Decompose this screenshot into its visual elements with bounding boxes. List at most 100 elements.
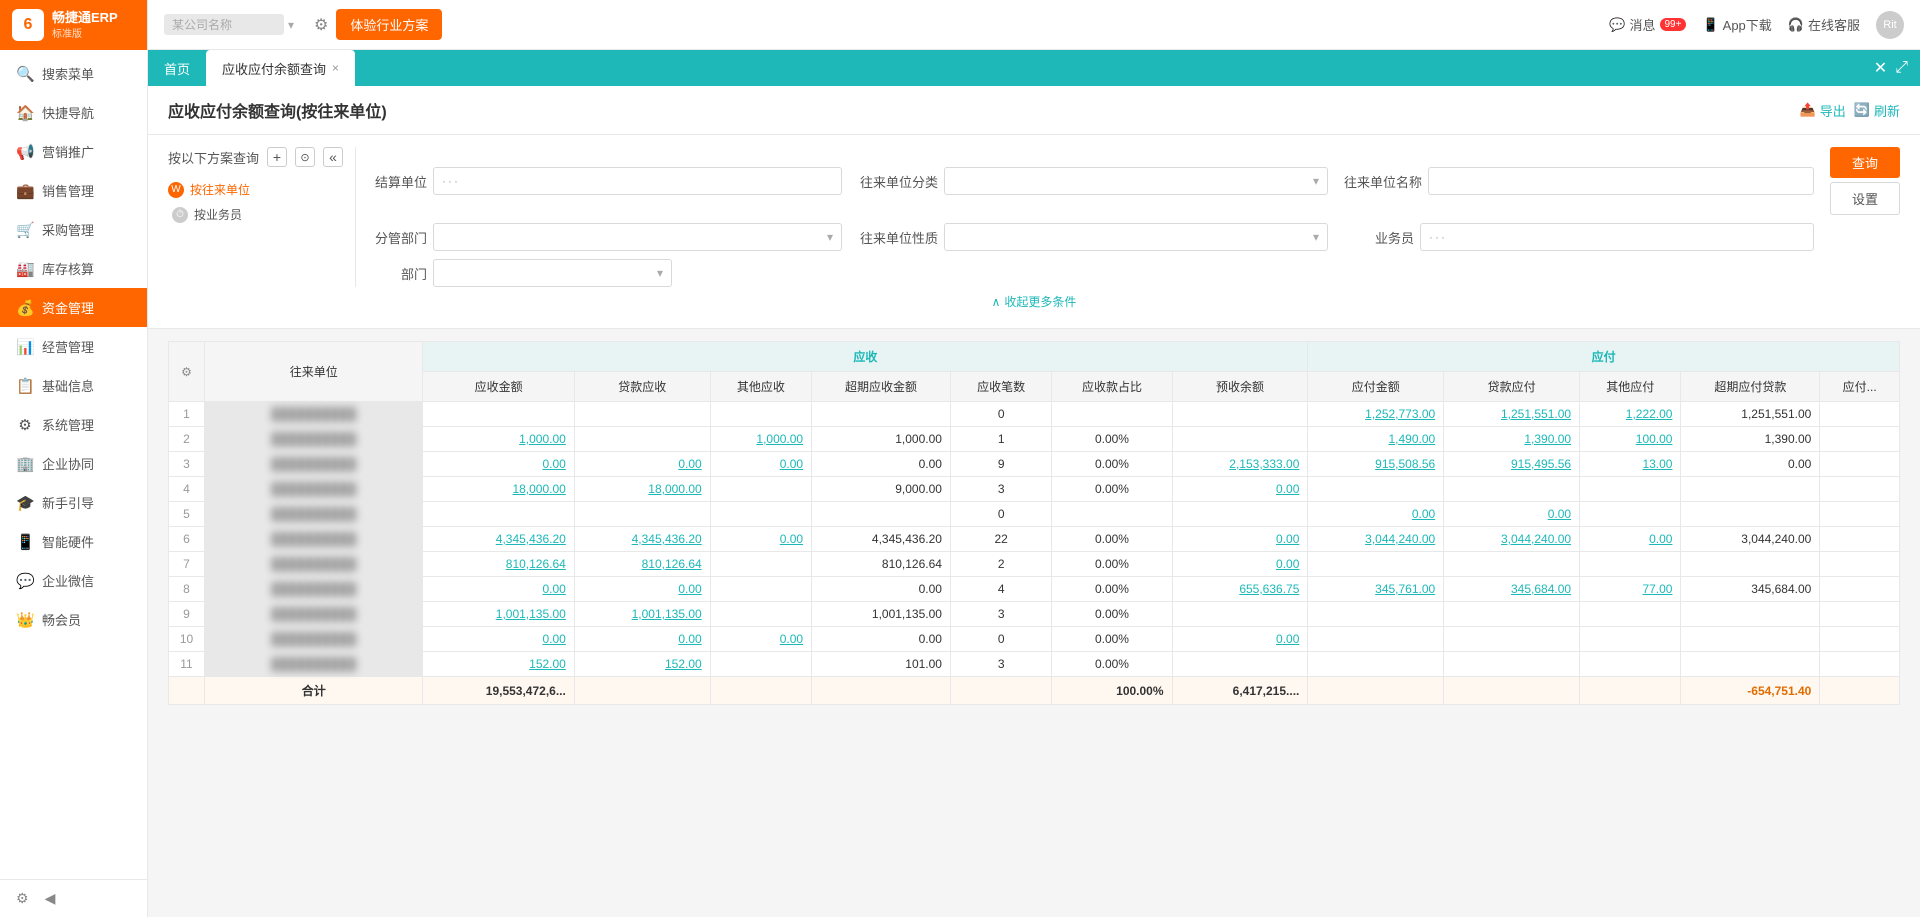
ap-other-cell[interactable]: 100.00 [1580, 427, 1681, 452]
sidebar-item-member[interactable]: 👑 畅会员 [0, 600, 147, 639]
trial-btn[interactable]: 体验行业方案 [336, 9, 442, 40]
ar-prepay-cell[interactable]: 0.00 [1172, 627, 1308, 652]
ar-amount-cell[interactable]: 810,126.64 [423, 552, 574, 577]
user-profile[interactable]: Rit [1876, 11, 1904, 39]
ar-loan-cell[interactable]: 4,345,436.20 [574, 527, 710, 552]
setting-btn[interactable]: 设置 [1830, 182, 1900, 215]
ap-amount-cell[interactable] [1308, 652, 1444, 677]
tab-fullscreen-icon[interactable]: ⤢ [1895, 59, 1908, 77]
ar-amount-cell[interactable]: 0.00 [423, 452, 574, 477]
settings-gear-icon[interactable]: ⚙ [314, 15, 328, 35]
app-download-btn[interactable]: 📱 App下载 [1702, 15, 1771, 34]
export-btn[interactable]: 📤 导出 [1800, 101, 1846, 120]
ap-other-cell[interactable]: 13.00 [1580, 452, 1681, 477]
ar-prepay-cell[interactable] [1172, 652, 1308, 677]
ap-loan-cell[interactable] [1444, 602, 1580, 627]
sidebar-item-marketing[interactable]: 📢 营销推广 [0, 132, 147, 171]
ap-amount-cell[interactable] [1308, 602, 1444, 627]
ar-other-cell[interactable] [710, 477, 811, 502]
ar-prepay-cell[interactable]: 2,153,333.00 [1172, 452, 1308, 477]
ar-other-cell[interactable] [710, 552, 811, 577]
ar-loan-cell[interactable]: 0.00 [574, 577, 710, 602]
ar-other-cell[interactable]: 0.00 [710, 527, 811, 552]
sidebar-collapse-btn[interactable]: ◀ [45, 890, 56, 907]
sidebar-item-basic[interactable]: 📋 基础信息 [0, 366, 147, 405]
ap-other-cell[interactable]: 0.00 [1580, 527, 1681, 552]
ar-prepay-cell[interactable] [1172, 502, 1308, 527]
ap-other-cell[interactable]: 1,222.00 [1580, 402, 1681, 427]
ap-loan-cell[interactable] [1444, 477, 1580, 502]
ap-other-cell[interactable] [1580, 477, 1681, 502]
ar-loan-cell[interactable]: 1,001,135.00 [574, 602, 710, 627]
scheme-item-staff[interactable]: ⏱ 按业务员 [168, 202, 343, 227]
ap-other-cell[interactable] [1580, 502, 1681, 527]
ar-loan-cell[interactable] [574, 402, 710, 427]
sidebar-item-purchase[interactable]: 🛒 采购管理 [0, 210, 147, 249]
ar-amount-cell[interactable]: 4,345,436.20 [423, 527, 574, 552]
ap-amount-cell[interactable] [1308, 552, 1444, 577]
ar-loan-cell[interactable] [574, 502, 710, 527]
dept-input[interactable]: ▾ [433, 259, 672, 287]
filter-config-btn[interactable]: ⊙ [295, 147, 315, 167]
ap-amount-cell[interactable]: 915,508.56 [1308, 452, 1444, 477]
ar-other-cell[interactable] [710, 602, 811, 627]
sidebar-item-system[interactable]: ⚙ 系统管理 [0, 405, 147, 444]
ap-amount-cell[interactable]: 1,252,773.00 [1308, 402, 1444, 427]
query-btn[interactable]: 查询 [1830, 147, 1900, 178]
table-settings-icon[interactable]: ⚙ [181, 365, 192, 379]
ar-amount-cell[interactable]: 1,001,135.00 [423, 602, 574, 627]
filter-add-btn[interactable]: + [267, 147, 287, 167]
ap-amount-cell[interactable]: 345,761.00 [1308, 577, 1444, 602]
ar-loan-cell[interactable]: 18,000.00 [574, 477, 710, 502]
ar-prepay-cell[interactable]: 0.00 [1172, 527, 1308, 552]
ap-loan-cell[interactable]: 0.00 [1444, 502, 1580, 527]
ar-other-cell[interactable]: 0.00 [710, 627, 811, 652]
ar-loan-cell[interactable]: 0.00 [574, 452, 710, 477]
sidebar-item-search[interactable]: 🔍 搜索菜单 [0, 54, 147, 93]
ap-loan-cell[interactable]: 915,495.56 [1444, 452, 1580, 477]
ap-other-cell[interactable] [1580, 652, 1681, 677]
ar-prepay-cell[interactable] [1172, 402, 1308, 427]
ap-amount-cell[interactable]: 0.00 [1308, 502, 1444, 527]
ar-prepay-cell[interactable] [1172, 602, 1308, 627]
ar-prepay-cell[interactable]: 0.00 [1172, 477, 1308, 502]
ar-amount-cell[interactable]: 0.00 [423, 577, 574, 602]
ap-amount-cell[interactable] [1308, 477, 1444, 502]
ar-other-cell[interactable] [710, 652, 811, 677]
ar-loan-cell[interactable]: 0.00 [574, 627, 710, 652]
sidebar-item-operation[interactable]: 📊 经营管理 [0, 327, 147, 366]
ar-other-cell[interactable]: 0.00 [710, 452, 811, 477]
sidebar-settings-btn[interactable]: ⚙ [16, 890, 29, 907]
tab-close-window-icon[interactable]: ✕ [1874, 58, 1887, 78]
ar-loan-cell[interactable]: 152.00 [574, 652, 710, 677]
messages-btn[interactable]: 💬 消息 99+ [1609, 15, 1686, 34]
ap-other-cell[interactable]: 77.00 [1580, 577, 1681, 602]
ap-other-cell[interactable] [1580, 552, 1681, 577]
ar-other-cell[interactable] [710, 402, 811, 427]
ap-loan-cell[interactable]: 3,044,240.00 [1444, 527, 1580, 552]
tab-close-btn[interactable]: × [332, 61, 339, 75]
ap-loan-cell[interactable]: 345,684.00 [1444, 577, 1580, 602]
tab-query[interactable]: 应收应付余额查询 × [206, 50, 355, 86]
sidebar-item-guide[interactable]: 🎓 新手引导 [0, 483, 147, 522]
sidebar-item-finance[interactable]: 💰 资金管理 [0, 288, 147, 327]
tab-home[interactable]: 首页 [148, 50, 206, 86]
ap-other-cell[interactable] [1580, 627, 1681, 652]
ap-amount-cell[interactable]: 3,044,240.00 [1308, 527, 1444, 552]
filter-prev-btn[interactable]: « [323, 147, 343, 167]
unit-nature-input[interactable]: ▾ [944, 223, 1328, 251]
sidebar-item-quicknav[interactable]: 🏠 快捷导航 [0, 93, 147, 132]
ap-loan-cell[interactable]: 1,390.00 [1444, 427, 1580, 452]
unit-name-input[interactable] [1428, 167, 1814, 195]
online-service-btn[interactable]: 🎧 在线客服 [1788, 15, 1860, 34]
ap-loan-cell[interactable]: 1,251,551.00 [1444, 402, 1580, 427]
ar-amount-cell[interactable] [423, 502, 574, 527]
salesperson-input[interactable]: ··· [1420, 223, 1814, 251]
sidebar-item-corp[interactable]: 🏢 企业协同 [0, 444, 147, 483]
refresh-btn[interactable]: 🔄 刷新 [1854, 101, 1900, 120]
sidebar-item-sales[interactable]: 💼 销售管理 [0, 171, 147, 210]
ar-amount-cell[interactable]: 1,000.00 [423, 427, 574, 452]
ar-amount-cell[interactable] [423, 402, 574, 427]
ar-prepay-cell[interactable]: 655,636.75 [1172, 577, 1308, 602]
sidebar-item-wechat[interactable]: 💬 企业微信 [0, 561, 147, 600]
